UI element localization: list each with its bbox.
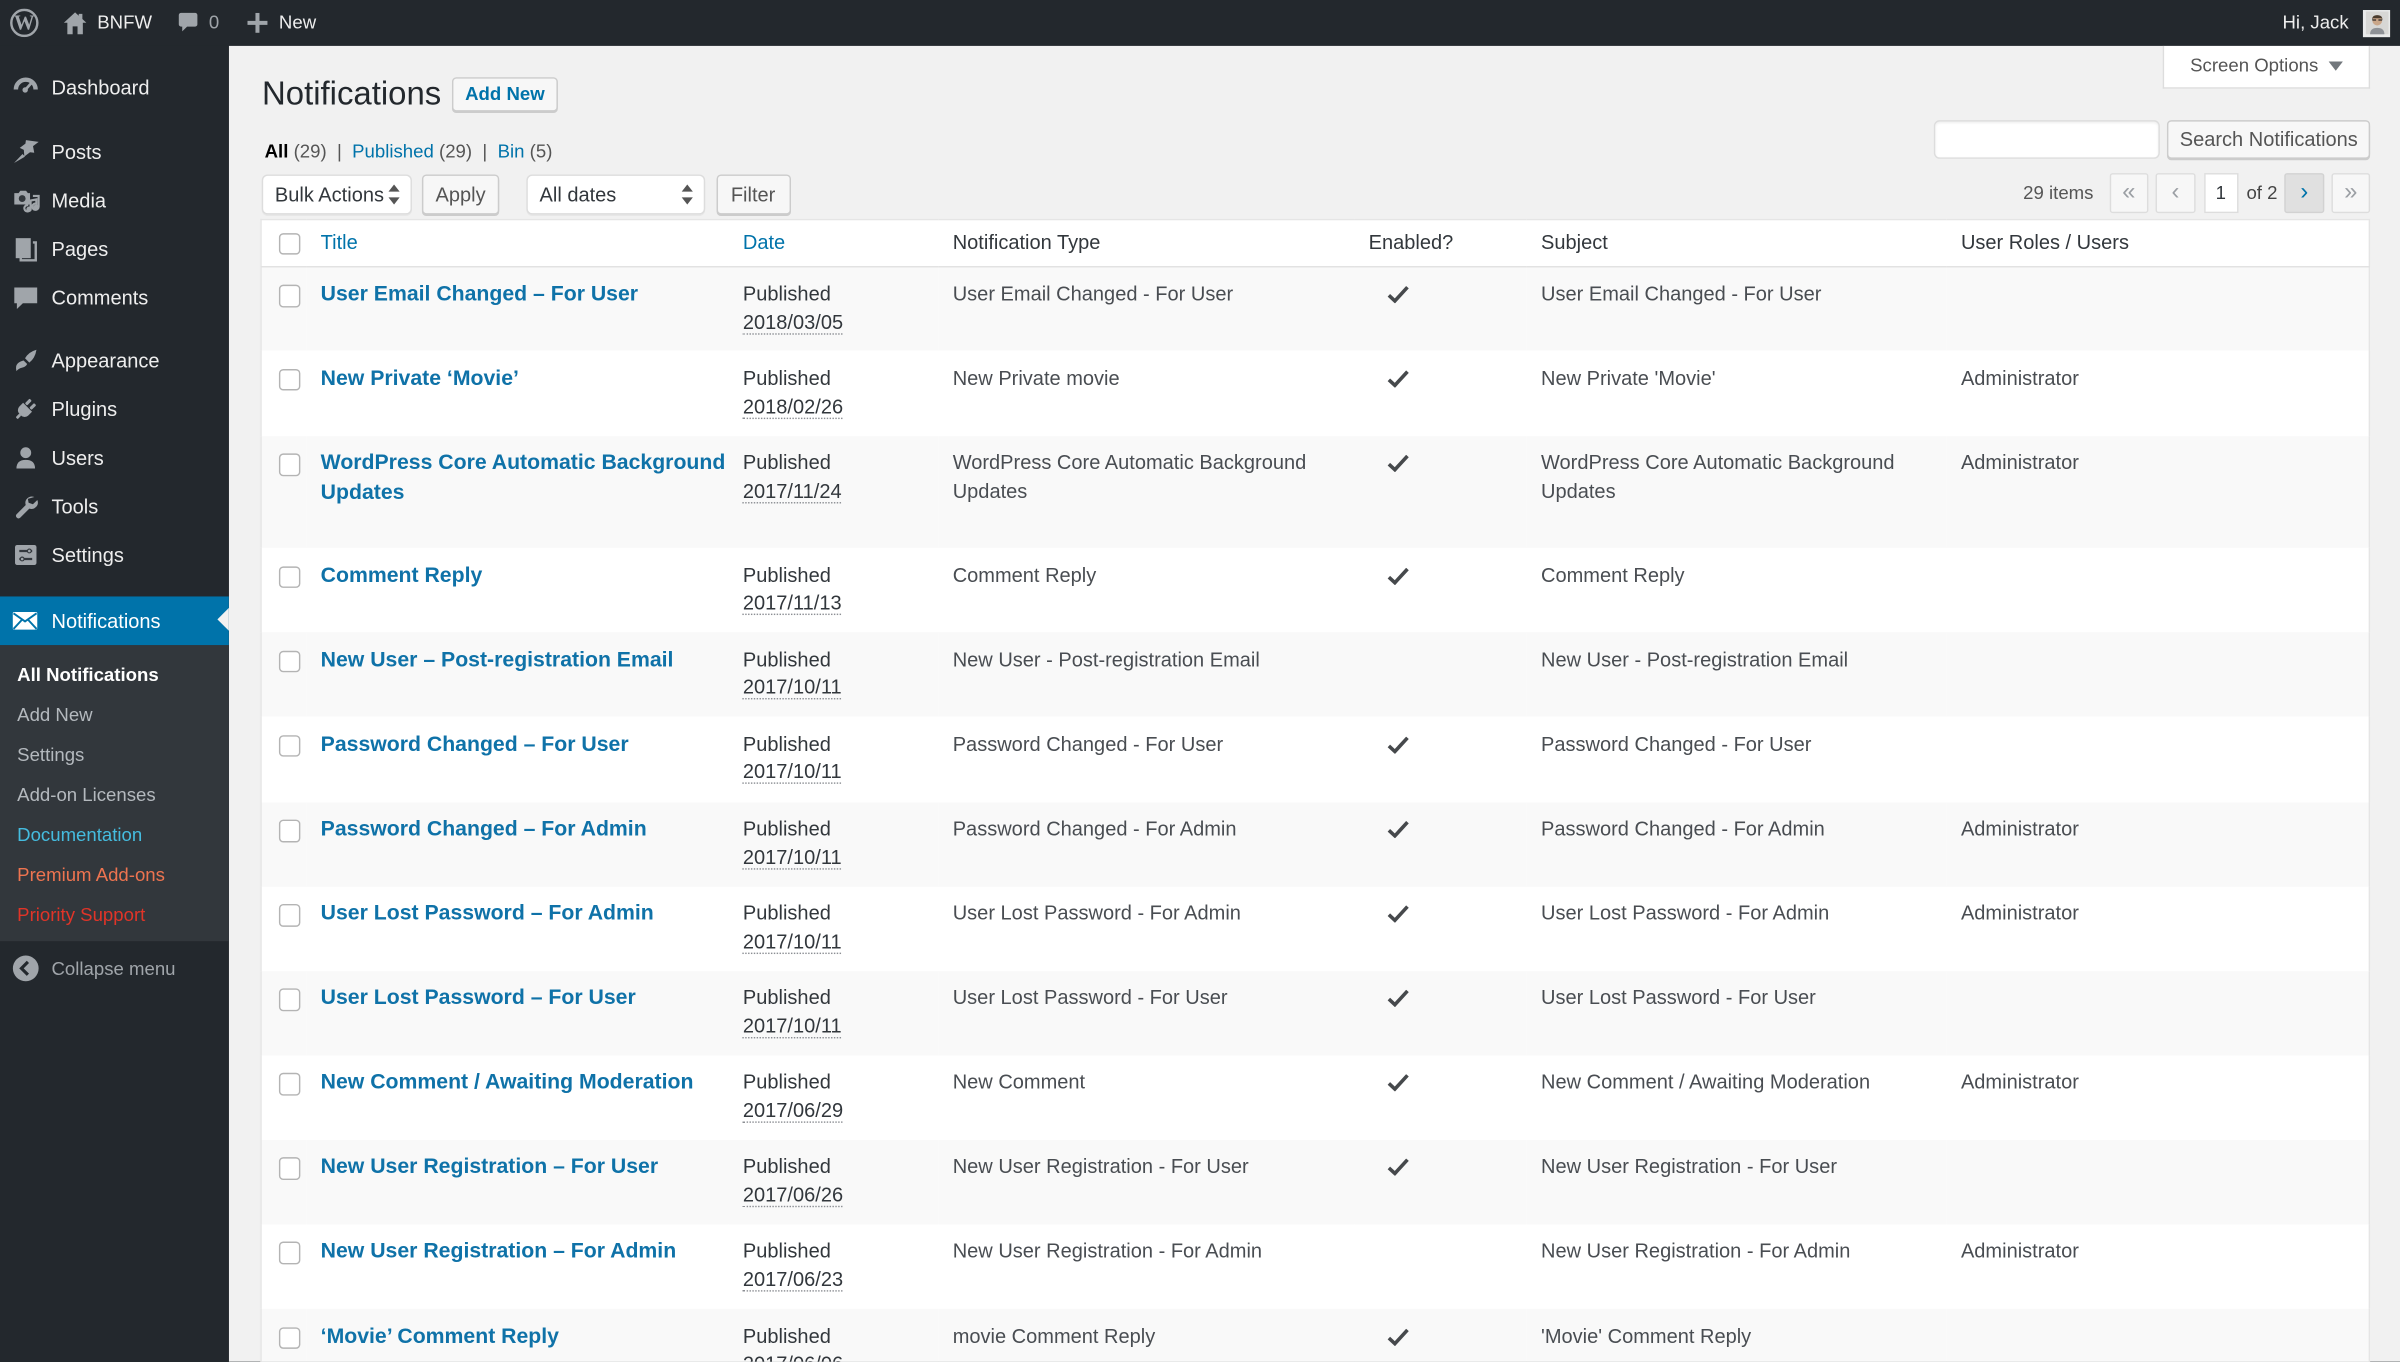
svg-text:W: W [14,12,35,34]
